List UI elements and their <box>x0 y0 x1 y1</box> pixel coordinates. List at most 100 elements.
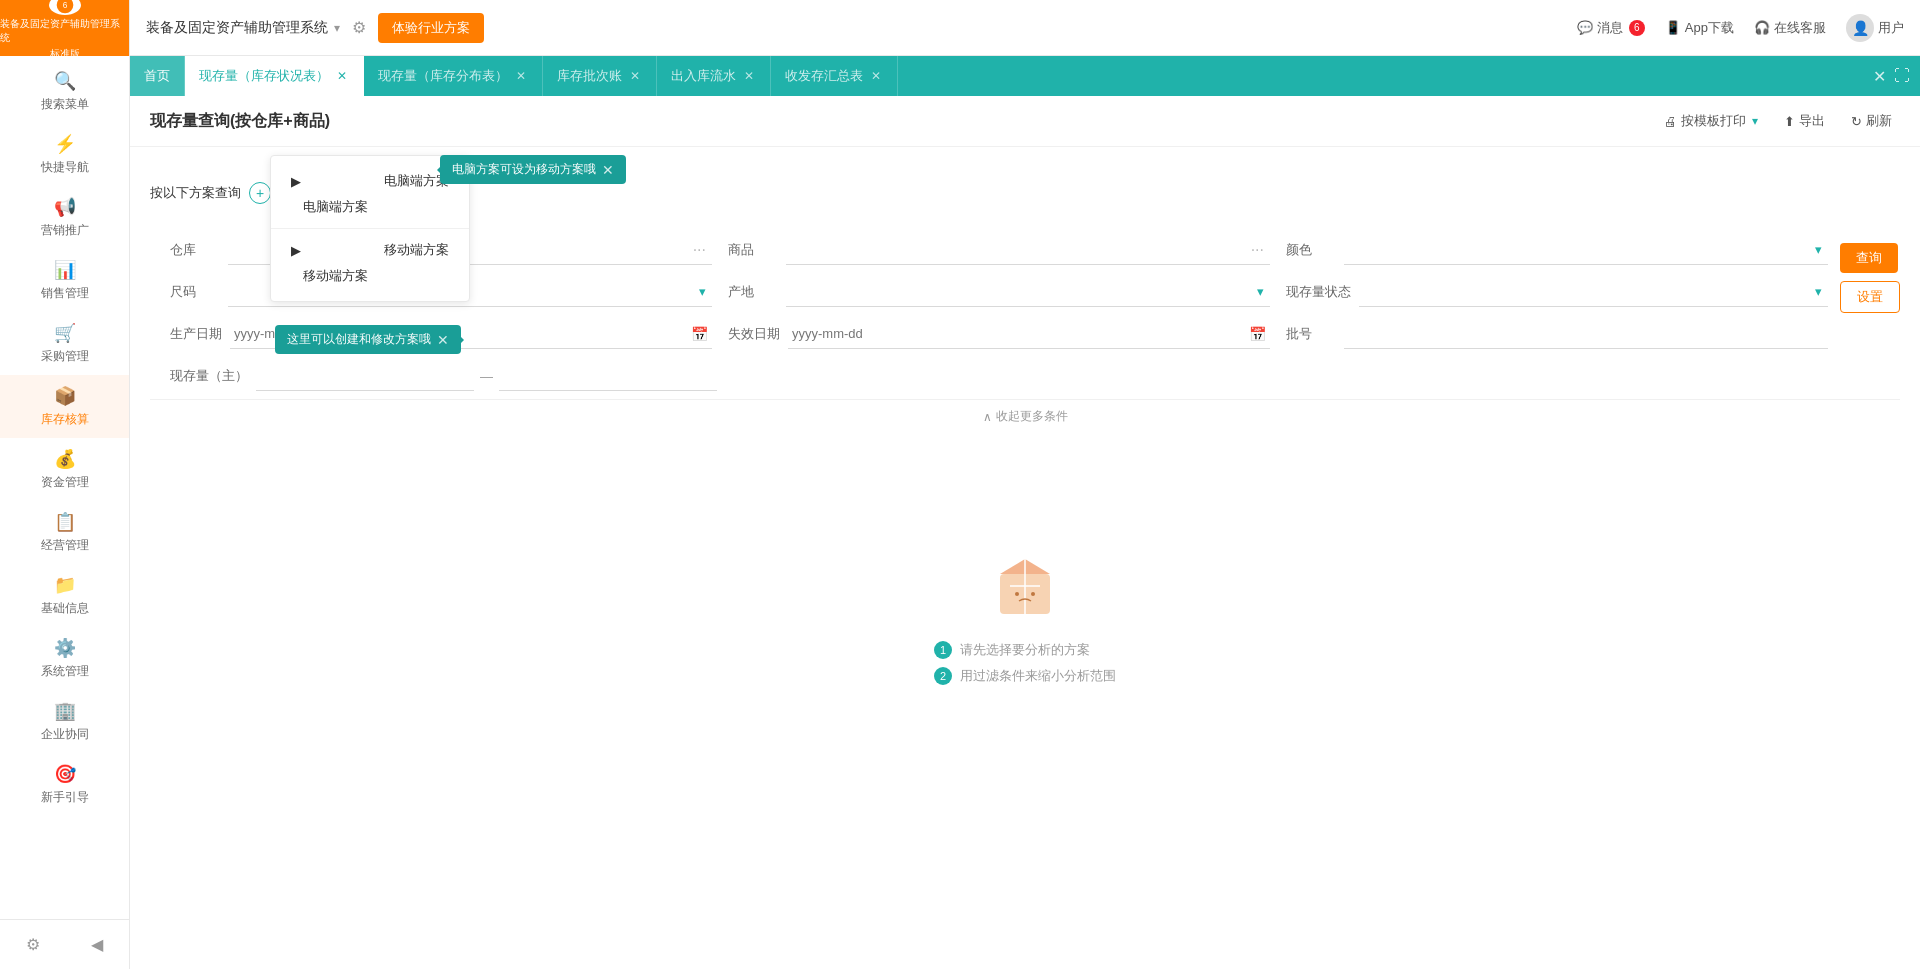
scheme-tooltip-close[interactable]: ✕ <box>602 162 614 178</box>
printer-icon: 🖨 <box>1664 114 1677 129</box>
sidebar-item-sales[interactable]: 📊 销售管理 <box>0 249 129 312</box>
app-download-btn[interactable]: 📱 App下载 <box>1665 19 1734 37</box>
filter-expire-date: 失效日期 📅 <box>728 319 1270 349</box>
sidebar-item-search[interactable]: 🔍 搜索菜单 <box>0 60 129 123</box>
print-chevron-icon: ▾ <box>1752 114 1758 128</box>
sidebar-nav: 🔍 搜索菜单 ⚡ 快捷导航 📢 营销推广 📊 销售管理 🛒 采购管理 📦 库存核… <box>0 56 129 919</box>
mobile-arrow-icon: ▶ <box>291 243 301 258</box>
industry-btn[interactable]: 体验行业方案 <box>378 13 484 43</box>
goods-dots-icon[interactable]: ··· <box>1251 241 1264 259</box>
tab-collect-close[interactable]: ✕ <box>869 67 883 85</box>
sidebar-item-finance[interactable]: 💰 资金管理 <box>0 438 129 501</box>
sidebar-item-quick[interactable]: ⚡ 快捷导航 <box>0 123 129 186</box>
quick-icon: ⚡ <box>54 133 76 155</box>
online-support-btn[interactable]: 🎧 在线客服 <box>1754 19 1826 37</box>
sidebar-item-label-purchase: 采购管理 <box>41 348 89 365</box>
basic-icon: 📁 <box>54 574 76 596</box>
sidebar-item-inventory[interactable]: 📦 库存核算 <box>0 375 129 438</box>
settings-bottom-btn[interactable]: ⚙ <box>26 935 40 954</box>
add-scheme-btn[interactable]: + <box>249 182 271 204</box>
svg-point-7 <box>1031 592 1035 596</box>
system-name-text: 装备及固定资产辅助管理系统 <box>146 19 328 37</box>
tabs-bar: 首页 现存量（库存状况表） ✕ 现存量（库存分布表） ✕ 库存批次账 ✕ 出入库… <box>130 56 1920 96</box>
collapse-bar: ∧ 收起更多条件 <box>150 399 1900 433</box>
step-num-2: 2 <box>934 667 952 685</box>
message-btn[interactable]: 💬 消息 6 <box>1577 19 1645 37</box>
expire-date-label: 失效日期 <box>728 325 780 343</box>
topbar-settings-icon[interactable]: ⚙ <box>352 18 366 37</box>
tab-inventory-dist[interactable]: 现存量（库存分布表） ✕ <box>364 56 543 96</box>
tab-inventory-status[interactable]: 现存量（库存状况表） ✕ <box>185 56 364 96</box>
tab-inout-label: 出入库流水 <box>671 67 736 85</box>
edit-scheme-tooltip-close[interactable]: ✕ <box>437 332 449 348</box>
sidebar-item-guide[interactable]: 🎯 新手引导 <box>0 753 129 816</box>
tab-home[interactable]: 首页 <box>130 56 185 96</box>
sidebar-item-label-guide: 新手引导 <box>41 789 89 806</box>
collapse-conditions-btn[interactable]: ∧ 收起更多条件 <box>983 408 1068 425</box>
sidebar-item-label-search: 搜索菜单 <box>41 96 89 113</box>
sales-icon: 📊 <box>54 259 76 281</box>
print-btn[interactable]: 🖨 按模板打印 ▾ <box>1656 108 1766 134</box>
user-btn[interactable]: 👤 用户 <box>1846 14 1904 42</box>
stock-main-to-input[interactable] <box>499 361 717 391</box>
tab-collect[interactable]: 收发存汇总表 ✕ <box>771 56 898 96</box>
stock-status-input-area[interactable]: ▾ <box>1359 277 1828 307</box>
tab-fullscreen-btn[interactable]: ⛶ <box>1894 67 1910 85</box>
goods-input-area[interactable]: ··· <box>786 235 1270 265</box>
scheme-desktop-item[interactable]: ▶ 电脑端方案 <box>283 168 457 194</box>
sidebar-item-basic[interactable]: 📁 基础信息 <box>0 564 129 627</box>
app-logo: 6 装备及固定资产辅助管理系统 标准版 <box>0 0 129 56</box>
page-header: 现存量查询(按仓库+商品) 🖨 按模板打印 ▾ ⬆ 导出 ↻ 刷新 <box>130 96 1920 147</box>
expire-date-input-area[interactable]: 📅 <box>788 319 1270 349</box>
tab-batch-label: 库存批次账 <box>557 67 622 85</box>
sidebar-item-system[interactable]: ⚙️ 系统管理 <box>0 627 129 690</box>
tab-inout[interactable]: 出入库流水 ✕ <box>657 56 771 96</box>
collapse-sidebar-btn[interactable]: ◀ <box>91 935 103 954</box>
sidebar-bottom: ⚙ ◀ <box>0 919 129 969</box>
produce-date-label: 生产日期 <box>170 325 222 343</box>
sidebar-item-marketing[interactable]: 📢 营销推广 <box>0 186 129 249</box>
goods-label: 商品 <box>728 241 778 259</box>
color-input-area[interactable]: ▾ <box>1344 235 1828 265</box>
sidebar-item-management[interactable]: 📋 经营管理 <box>0 501 129 564</box>
tab-close-all-btn[interactable]: ✕ <box>1873 67 1886 86</box>
expire-date-calendar-icon[interactable]: 📅 <box>1249 326 1266 342</box>
inventory-icon: 📦 <box>54 385 76 407</box>
tab-inventory-status-close[interactable]: ✕ <box>335 67 349 85</box>
tab-batch-close[interactable]: ✕ <box>628 67 642 85</box>
tab-inout-close[interactable]: ✕ <box>742 67 756 85</box>
export-btn[interactable]: ⬆ 导出 <box>1776 108 1833 134</box>
reset-btn[interactable]: 设置 <box>1840 281 1900 313</box>
filter-row-4: 现存量（主） — <box>170 361 1828 391</box>
search-btn[interactable]: 查询 <box>1840 243 1898 273</box>
produce-date-calendar-icon[interactable]: 📅 <box>691 326 708 342</box>
filter-action-btns: 查询 设置 <box>1840 235 1900 391</box>
sidebar-item-enterprise[interactable]: 🏢 企业协同 <box>0 690 129 753</box>
system-icon: ⚙️ <box>54 637 76 659</box>
batch-input[interactable] <box>1344 319 1828 349</box>
sidebar-item-label-sales: 销售管理 <box>41 285 89 302</box>
origin-input-area[interactable]: ▾ <box>786 277 1270 307</box>
filter-stock-status: 现存量状态 ▾ <box>1286 277 1828 307</box>
stock-main-label: 现存量（主） <box>170 367 248 385</box>
empty-step-1-text: 请先选择要分析的方案 <box>960 641 1090 659</box>
sidebar-item-purchase[interactable]: 🛒 采购管理 <box>0 312 129 375</box>
filter-stock-main: 现存量（主） — <box>170 361 717 391</box>
scheme-mobile-item[interactable]: ▶ 移动端方案 <box>283 237 457 263</box>
stock-main-from-input[interactable] <box>256 361 474 391</box>
tab-inventory-dist-close[interactable]: ✕ <box>514 67 528 85</box>
scheme-desktop-subitem[interactable]: 电脑端方案 <box>283 194 457 220</box>
expire-date-input[interactable] <box>792 326 1245 341</box>
app-name-sidebar: 装备及固定资产辅助管理系统 <box>0 17 129 45</box>
avatar: 👤 <box>1846 14 1874 42</box>
search-icon: 🔍 <box>54 70 76 92</box>
sidebar-item-label-management: 经营管理 <box>41 537 89 554</box>
content-area: 现存量查询(按仓库+商品) 🖨 按模板打印 ▾ ⬆ 导出 ↻ 刷新 <box>130 96 1920 969</box>
empty-state: 1 请先选择要分析的方案 2 用过滤条件来缩小分析范围 <box>130 449 1920 745</box>
tab-batch[interactable]: 库存批次账 ✕ <box>543 56 657 96</box>
svg-text:6: 6 <box>62 0 67 10</box>
scheme-mobile-subitem[interactable]: 移动端方案 <box>283 263 457 289</box>
app-download-label: App下载 <box>1685 19 1734 37</box>
refresh-btn[interactable]: ↻ 刷新 <box>1843 108 1900 134</box>
warehouse-dots-icon[interactable]: ··· <box>693 241 706 259</box>
